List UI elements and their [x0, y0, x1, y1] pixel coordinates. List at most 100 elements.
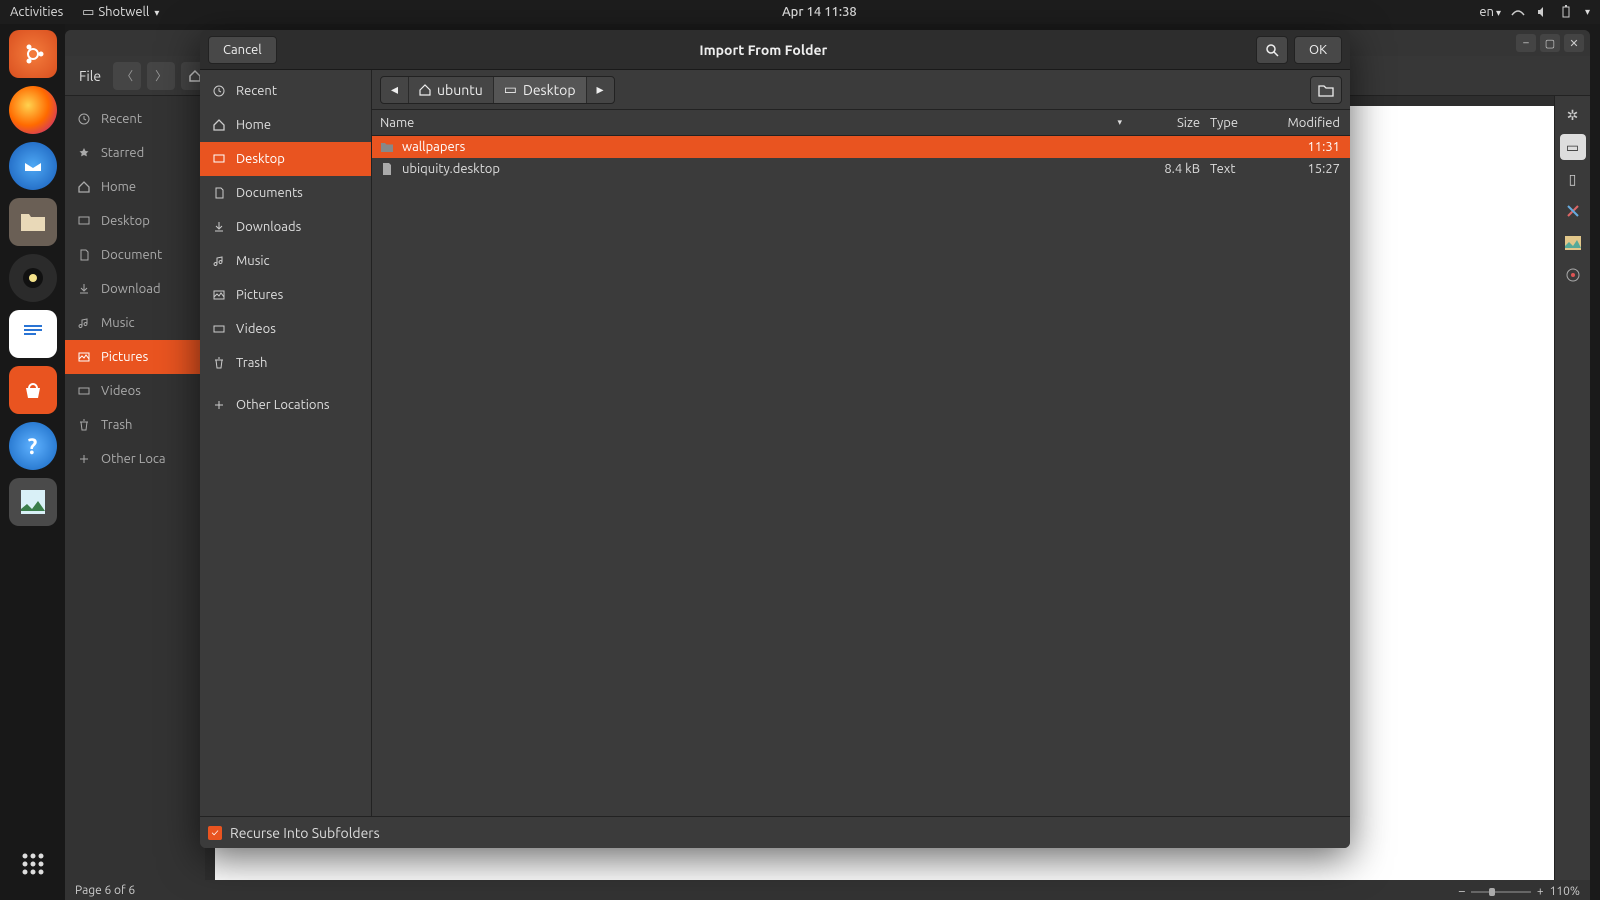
file-name: wallpapers: [402, 140, 465, 154]
sidebar-item-label: Recent: [101, 112, 142, 126]
page-icon[interactable]: ▯: [1560, 166, 1586, 192]
music-icon: [77, 317, 91, 329]
sidebar-item-label: Home: [101, 180, 136, 194]
tools-icon[interactable]: [1560, 198, 1586, 224]
import-folder-dialog: Cancel Import From Folder OK RecentHome D…: [200, 30, 1350, 848]
sidebar-item-label: Music: [101, 316, 135, 330]
sidebar-item-label: Other Loca: [101, 452, 166, 466]
zoom-control[interactable]: – + 110%: [1459, 885, 1580, 898]
place-documents[interactable]: Documents: [200, 176, 371, 210]
plus-icon: [77, 453, 91, 465]
shotwell-icon: ▭: [81, 5, 95, 19]
sidebar-item-music[interactable]: Music: [65, 306, 205, 340]
sidebar-item-label: Videos: [101, 384, 141, 398]
place-other-locations[interactable]: Other Locations: [200, 388, 371, 422]
file-menu[interactable]: File: [73, 68, 107, 84]
place-desktop[interactable]: Desktop: [200, 142, 371, 176]
files-icon[interactable]: [9, 198, 57, 246]
sidebar-item-videos[interactable]: Videos: [65, 374, 205, 408]
sidebar-item-trash[interactable]: Trash: [65, 408, 205, 442]
thunderbird-icon[interactable]: [9, 142, 57, 190]
place-videos[interactable]: Videos: [200, 312, 371, 346]
search-button[interactable]: [1256, 36, 1288, 64]
sidebar-item-other loca[interactable]: Other Loca: [65, 442, 205, 476]
place-downloads[interactable]: Downloads: [200, 210, 371, 244]
help-icon[interactable]: ?: [9, 422, 57, 470]
sidebar-item-home[interactable]: Home: [65, 170, 205, 204]
file-icon: [380, 162, 394, 176]
trash-icon: [77, 419, 91, 431]
ok-button[interactable]: OK: [1294, 36, 1342, 64]
place-label: Other Locations: [236, 398, 330, 412]
new-folder-button[interactable]: [1310, 76, 1342, 104]
home-icon: [419, 84, 431, 96]
place-label: Trash: [236, 356, 267, 370]
network-icon[interactable]: [1511, 5, 1525, 19]
system-menu[interactable]: ▾: [1585, 6, 1590, 18]
ubuntu-icon[interactable]: [9, 30, 57, 78]
ubuntu-software-icon[interactable]: [9, 366, 57, 414]
place-music[interactable]: Music: [200, 244, 371, 278]
file-row[interactable]: wallpapers11:31: [372, 136, 1350, 158]
sidebar-item-label: Starred: [101, 146, 144, 160]
target-icon[interactable]: [1560, 262, 1586, 288]
battery-icon[interactable]: [1559, 5, 1573, 19]
file-row[interactable]: ubiquity.desktop8.4 kBText15:27: [372, 158, 1350, 180]
file-size: 8.4 kB: [1130, 162, 1210, 176]
activities-button[interactable]: Activities: [10, 5, 63, 19]
path-forward[interactable]: ▸: [587, 76, 614, 104]
show-applications-icon[interactable]: [9, 840, 57, 888]
star-icon: [77, 147, 91, 159]
col-size[interactable]: Size: [1130, 116, 1210, 130]
libreoffice-writer-icon[interactable]: [9, 310, 57, 358]
language-indicator[interactable]: en▾: [1479, 5, 1501, 19]
properties-icon[interactable]: ✲: [1560, 102, 1586, 128]
path-seg-ubuntu[interactable]: ubuntu: [409, 76, 494, 104]
path-bar: ◂ ubuntu ▭ Desktop ▸: [372, 70, 1350, 110]
sidebar-item-document[interactable]: Document: [65, 238, 205, 272]
clock[interactable]: Apr 14 11:38: [159, 5, 1479, 19]
sidebar-item-recent[interactable]: Recent: [65, 102, 205, 136]
nav-forward[interactable]: 〉: [147, 62, 175, 90]
firefox-icon[interactable]: [9, 86, 57, 134]
sidebar-item-starred[interactable]: Starred: [65, 136, 205, 170]
cancel-button[interactable]: Cancel: [208, 36, 277, 64]
zoom-slider[interactable]: [1471, 891, 1531, 893]
close-button[interactable]: ✕: [1564, 34, 1584, 52]
place-label: Downloads: [236, 220, 301, 234]
video-icon: [77, 385, 91, 397]
shotwell-dock-icon[interactable]: [9, 478, 57, 526]
sidebar-item-pictures[interactable]: Pictures: [65, 340, 205, 374]
dialog-footer: ✓ Recurse Into Subfolders: [200, 816, 1350, 848]
file-type: Text: [1210, 162, 1270, 176]
file-list: wallpapers11:31ubiquity.desktop8.4 kBTex…: [372, 136, 1350, 816]
picture-icon: [212, 289, 226, 301]
recurse-checkbox[interactable]: ✓: [208, 826, 222, 840]
place-trash[interactable]: Trash: [200, 346, 371, 380]
col-name[interactable]: Name ▾: [372, 116, 1130, 130]
maximize-button[interactable]: ▢: [1540, 34, 1560, 52]
zoom-in-icon[interactable]: +: [1537, 885, 1544, 898]
col-type[interactable]: Type: [1210, 116, 1270, 130]
sidebar-item-download[interactable]: Download: [65, 272, 205, 306]
dialog-main: ◂ ubuntu ▭ Desktop ▸: [372, 70, 1350, 816]
place-pictures[interactable]: Pictures: [200, 278, 371, 312]
details-icon[interactable]: ▭: [1560, 134, 1586, 160]
place-home[interactable]: Home: [200, 108, 371, 142]
zoom-out-icon[interactable]: –: [1459, 885, 1465, 898]
path-seg-desktop[interactable]: ▭ Desktop: [494, 76, 587, 104]
dialog-title: Import From Folder: [277, 42, 1250, 58]
col-modified[interactable]: Modified: [1270, 116, 1350, 130]
place-recent[interactable]: Recent: [200, 74, 371, 108]
minimize-button[interactable]: –: [1516, 34, 1536, 52]
desktop-icon: [77, 215, 91, 227]
sidebar-item-desktop[interactable]: Desktop: [65, 204, 205, 238]
path-back[interactable]: ◂: [381, 76, 409, 104]
nav-back[interactable]: 〈: [113, 62, 141, 90]
volume-icon[interactable]: [1535, 5, 1549, 19]
gallery-icon[interactable]: [1560, 230, 1586, 256]
app-menu[interactable]: ▭ Shotwell ▾: [81, 5, 159, 20]
column-headers: Name ▾ Size Type Modified: [372, 110, 1350, 136]
place-label: Desktop: [236, 152, 285, 166]
rhythmbox-icon[interactable]: [9, 254, 57, 302]
